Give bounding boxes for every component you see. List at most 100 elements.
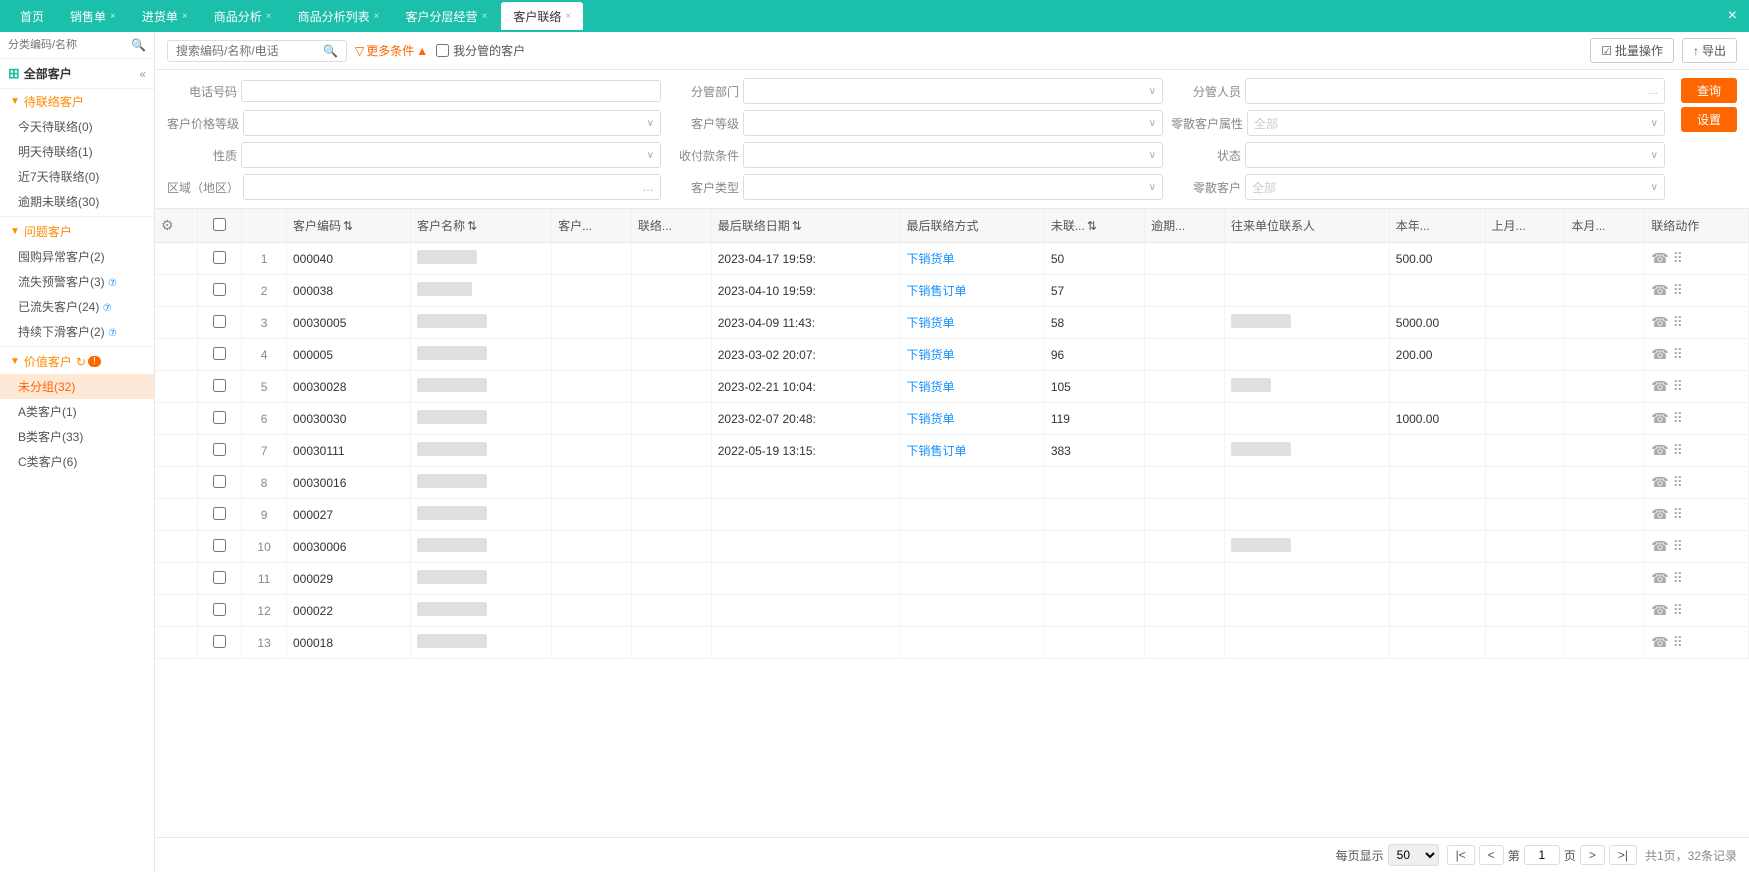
cell-checkbox[interactable] [198,435,242,467]
contact-method-link[interactable]: 下销货单 [906,252,954,266]
last-page-button[interactable]: >| [1609,845,1637,865]
current-page-input[interactable] [1524,845,1560,865]
more-icon[interactable]: ⠿ [1673,282,1683,299]
cell-checkbox[interactable] [198,563,242,595]
more-icon[interactable]: ⠿ [1673,378,1683,395]
call-icon[interactable]: ☎ [1651,634,1668,651]
more-icon[interactable]: ⠿ [1673,538,1683,555]
retail-attr-select[interactable]: 全部 ∨ [1247,110,1665,136]
call-icon[interactable]: ☎ [1651,570,1668,587]
customer-type-select[interactable]: ∨ [743,174,1163,200]
cell-checkbox[interactable] [198,371,242,403]
row-checkbox[interactable] [213,443,226,456]
sidebar-item-a-class[interactable]: A类客户(1) [0,399,154,424]
more-icon[interactable]: ⠿ [1673,506,1683,523]
query-button[interactable]: 查询 [1681,78,1737,103]
call-icon[interactable]: ☎ [1651,314,1668,331]
call-icon[interactable]: ☎ [1651,378,1668,395]
contact-method-link[interactable]: 下销货单 [906,348,954,362]
sidebar-item-abnormal-purchase[interactable]: 囤购异常客户(2) [0,244,154,269]
call-icon[interactable]: ☎ [1651,474,1668,491]
row-checkbox[interactable] [213,539,226,552]
call-icon[interactable]: ☎ [1651,410,1668,427]
search-icon[interactable]: 🔍 [323,44,338,58]
region-dots[interactable]: … [642,180,654,194]
call-icon[interactable]: ☎ [1651,602,1668,619]
sidebar-group-problem[interactable]: ▼ 问题客户 [0,219,154,244]
tab-sales-close[interactable]: × [110,11,116,22]
cell-checkbox[interactable] [198,499,242,531]
cell-checkbox[interactable] [198,339,242,371]
prev-page-button[interactable]: < [1479,845,1504,865]
sidebar-item-declining[interactable]: 持续下滑客户(2) ⑦ [0,319,154,344]
col-last-contact-date[interactable]: 最后联络日期 ⇅ [711,209,900,243]
tab-product-analysis-close[interactable]: × [266,11,272,22]
sidebar-item-churn-warning[interactable]: 流失预警客户(3) ⑦ [0,269,154,294]
sidebar-item-7days-pending[interactable]: 近7天待联络(0) [0,164,154,189]
row-checkbox[interactable] [213,475,226,488]
more-icon[interactable]: ⠿ [1673,346,1683,363]
page-size-dropdown[interactable]: 50 100 200 [1388,844,1439,866]
reset-button[interactable]: 设置 [1681,107,1737,132]
contact-method-link[interactable]: 下销货单 [906,380,954,394]
cell-checkbox[interactable] [198,403,242,435]
select-all-checkbox[interactable] [213,218,226,231]
first-page-button[interactable]: |< [1447,845,1475,865]
sidebar-item-c-class[interactable]: C类客户(6) [0,449,154,474]
row-checkbox[interactable] [213,379,226,392]
more-icon[interactable]: ⠿ [1673,250,1683,267]
call-icon[interactable]: ☎ [1651,538,1668,555]
col-settings[interactable]: ⚙ [155,209,198,243]
batch-ops-button[interactable]: ☑ 批量操作 [1590,38,1674,63]
sidebar-search-box[interactable]: 🔍 [0,32,154,59]
col-code[interactable]: 客户编码 ⇅ [286,209,410,243]
tab-customer-contact[interactable]: 客户联络 × [501,2,583,30]
grade-select[interactable]: ∨ [743,110,1163,136]
cell-checkbox[interactable] [198,467,242,499]
row-checkbox[interactable] [213,283,226,296]
cell-checkbox[interactable] [198,531,242,563]
cell-checkbox[interactable] [198,627,242,659]
retail-customer-select[interactable]: 全部 ∨ [1245,174,1665,200]
region-select[interactable]: … [243,174,661,200]
more-conditions-button[interactable]: ▽ 更多条件 ▲ [355,42,428,59]
contact-method-link[interactable]: 下销售订单 [906,284,966,298]
nature-select[interactable]: ∨ [241,142,661,168]
call-icon[interactable]: ☎ [1651,250,1668,267]
sidebar-item-b-class[interactable]: B类客户(33) [0,424,154,449]
row-checkbox[interactable] [213,571,226,584]
tab-product-analysis-list-close[interactable]: × [374,11,380,22]
cell-checkbox[interactable] [198,275,242,307]
col-not-contacted[interactable]: 未联... ⇅ [1044,209,1144,243]
next-page-button[interactable]: > [1580,845,1605,865]
tab-product-analysis[interactable]: 商品分析 × [202,2,284,30]
person-select[interactable]: … [1245,78,1665,104]
contact-method-link[interactable]: 下销货单 [906,412,954,426]
value-group-refresh-icon[interactable]: ↻ [76,355,86,369]
contact-method-link[interactable]: 下销货单 [906,316,954,330]
row-checkbox[interactable] [213,507,226,520]
sidebar-item-churned[interactable]: 已流失客户(24) ⑦ [0,294,154,319]
sidebar-group-pending[interactable]: ▼ 待联络客户 [0,89,154,114]
cell-checkbox[interactable] [198,307,242,339]
sidebar-group-value[interactable]: ▼ 价值客户 ↻ ! [0,349,154,374]
status-select[interactable]: ∨ [1245,142,1665,168]
tab-purchase[interactable]: 进货单 × [130,2,200,30]
cell-checkbox[interactable] [198,243,242,275]
sidebar-search-icon[interactable]: 🔍 [131,38,146,52]
row-checkbox[interactable] [213,635,226,648]
dept-select[interactable]: ∨ [743,78,1163,104]
row-checkbox[interactable] [213,411,226,424]
row-checkbox[interactable] [213,251,226,264]
tab-product-analysis-list[interactable]: 商品分析列表 × [286,2,392,30]
my-customers-checkbox[interactable]: 我分管的客户 [436,42,525,59]
tab-customer-contact-close[interactable]: × [565,11,571,22]
phone-input[interactable] [241,80,661,102]
call-icon[interactable]: ☎ [1651,506,1668,523]
tab-purchase-close[interactable]: × [182,11,188,22]
sidebar-item-unclassified[interactable]: 未分组(32) [0,374,154,399]
sidebar-item-today-pending[interactable]: 今天待联络(0) [0,114,154,139]
tab-home[interactable]: 首页 [8,2,56,30]
more-icon[interactable]: ⠿ [1673,474,1683,491]
more-icon[interactable]: ⠿ [1673,570,1683,587]
